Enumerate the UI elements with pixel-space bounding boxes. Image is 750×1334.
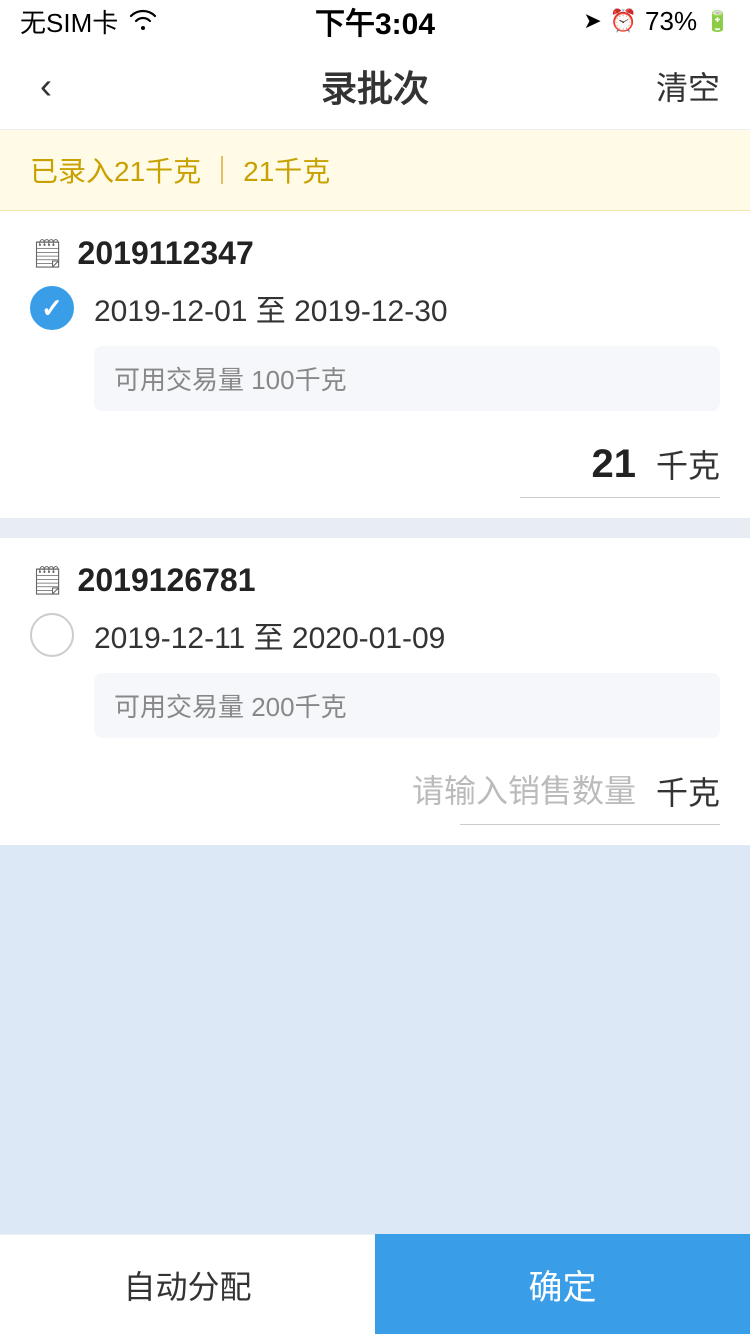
batch-1-header: 🗒 2019112347 [30, 235, 720, 272]
status-bar: 无SIM卡 下午3:04 ➤ ⏰ 73% 🔋 [0, 0, 750, 42]
confirm-button[interactable]: 确定 [375, 1234, 750, 1334]
batch-2-unit: 千克 [656, 768, 720, 814]
batch-1-row[interactable]: 2019-12-01 至 2019-12-30 [30, 286, 720, 330]
status-right: ➤ ⏰ 73% 🔋 [583, 6, 730, 37]
amount-underline [520, 497, 720, 498]
batch-item-2: 🗒 2019126781 2019-12-11 至 2020-01-09 可用交… [0, 538, 750, 845]
back-button[interactable]: ‹ [30, 55, 62, 117]
batch-2-icon: 🗒 [30, 564, 66, 597]
alarm-icon: ⏰ [610, 8, 637, 34]
recorded-label: 已录入21千克 [30, 150, 201, 190]
amount-label: 21千克 [243, 150, 330, 190]
wifi-icon [128, 6, 158, 37]
batch-2-input-row[interactable]: 千克 [30, 758, 720, 845]
bottom-bar: 自动分配 确定 [0, 1234, 750, 1334]
batch-1-amount-row: 21 千克 [30, 431, 720, 518]
batch-2-date: 2019-12-11 至 2020-01-09 [94, 613, 445, 657]
info-bar: 已录入21千克 21千克 [0, 130, 750, 211]
page-title: 录批次 [321, 60, 429, 112]
batch-1-icon: 🗒 [30, 237, 66, 270]
info-bar-divider [221, 156, 223, 184]
battery-icon: 🔋 [705, 9, 730, 34]
batch-1-unit: 千克 [656, 441, 720, 487]
status-left: 无SIM卡 [20, 3, 158, 40]
batch-1-number: 2019112347 [78, 235, 254, 272]
location-icon: ➤ [583, 8, 601, 34]
batch-1-checkbox[interactable] [30, 286, 74, 330]
batch-1-avail: 可用交易量 100千克 [94, 346, 720, 411]
batch-1-amount: 21 [591, 442, 636, 487]
carrier-label: 无SIM卡 [20, 3, 118, 40]
batch-2-row[interactable]: 2019-12-11 至 2020-01-09 [30, 613, 720, 657]
input-underline [460, 824, 720, 825]
sales-quantity-input[interactable] [336, 773, 636, 810]
batch-2-avail: 可用交易量 200千克 [94, 673, 720, 738]
clear-button[interactable]: 清空 [656, 63, 720, 109]
status-time: 下午3:04 [315, 0, 435, 43]
section-divider [0, 518, 750, 538]
batch-item-1: 🗒 2019112347 2019-12-01 至 2019-12-30 可用交… [0, 211, 750, 518]
nav-bar: ‹ 录批次 清空 [0, 42, 750, 130]
batch-1-date: 2019-12-01 至 2019-12-30 [94, 286, 448, 330]
batch-2-number: 2019126781 [78, 562, 256, 599]
battery-label: 73% [645, 6, 697, 37]
batch-2-checkbox[interactable] [30, 613, 74, 657]
auto-distribute-button[interactable]: 自动分配 [0, 1234, 375, 1334]
batch-2-header: 🗒 2019126781 [30, 562, 720, 599]
